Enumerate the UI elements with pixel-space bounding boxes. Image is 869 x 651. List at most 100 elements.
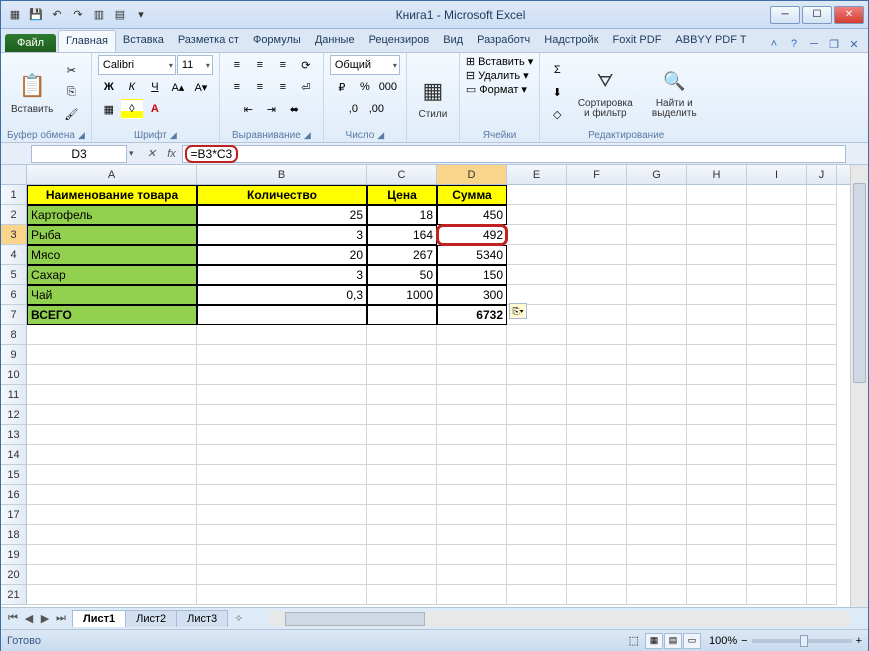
- cell[interactable]: [437, 425, 507, 445]
- ribbon-tab-4[interactable]: Данные: [308, 30, 362, 52]
- maximize-button[interactable]: ☐: [802, 6, 832, 24]
- sheet-tab-0[interactable]: Лист1: [72, 610, 126, 627]
- cell[interactable]: [687, 545, 747, 565]
- increase-decimal-icon[interactable]: ,0: [342, 99, 364, 119]
- percent-icon[interactable]: %: [354, 77, 376, 97]
- cell[interactable]: [747, 425, 807, 445]
- cell[interactable]: [807, 405, 837, 425]
- cell[interactable]: [747, 445, 807, 465]
- header-cell[interactable]: Количество: [197, 185, 367, 205]
- redo-icon[interactable]: ↷: [68, 5, 88, 25]
- first-sheet-icon[interactable]: ⏮: [5, 612, 21, 625]
- cell[interactable]: [567, 365, 627, 385]
- cell[interactable]: [437, 445, 507, 465]
- cell[interactable]: [567, 385, 627, 405]
- cell[interactable]: [687, 225, 747, 245]
- cell[interactable]: [567, 225, 627, 245]
- currency-icon[interactable]: ₽: [331, 77, 353, 97]
- cell[interactable]: [627, 385, 687, 405]
- cell[interactable]: [367, 425, 437, 445]
- zoom-out-icon[interactable]: −: [741, 635, 747, 647]
- autofill-options-icon[interactable]: ⎘▾: [509, 303, 527, 319]
- cell[interactable]: [687, 205, 747, 225]
- cell[interactable]: [747, 385, 807, 405]
- cell[interactable]: [437, 345, 507, 365]
- cell[interactable]: [807, 205, 837, 225]
- name-cell[interactable]: Картофель: [27, 205, 197, 225]
- cell[interactable]: [627, 205, 687, 225]
- cell[interactable]: [747, 365, 807, 385]
- cell[interactable]: [27, 485, 197, 505]
- cell[interactable]: [807, 325, 837, 345]
- window-min-icon[interactable]: ─: [806, 36, 822, 52]
- sum-cell[interactable]: 300: [437, 285, 507, 305]
- row-header-2[interactable]: 2: [1, 205, 27, 225]
- ribbon-tab-3[interactable]: Формулы: [246, 30, 308, 52]
- cell[interactable]: [747, 265, 807, 285]
- cell[interactable]: [27, 405, 197, 425]
- align-center-icon[interactable]: ≡: [249, 77, 271, 97]
- help-icon[interactable]: ?: [786, 36, 802, 52]
- orientation-icon[interactable]: ⟳: [295, 55, 317, 75]
- cell[interactable]: [27, 545, 197, 565]
- cell[interactable]: [507, 325, 567, 345]
- cell[interactable]: [807, 185, 837, 205]
- row-header-13[interactable]: 13: [1, 425, 27, 445]
- cell[interactable]: [807, 365, 837, 385]
- insert-cells-button[interactable]: ⊞Вставить ▾: [466, 55, 533, 68]
- col-header-E[interactable]: E: [507, 165, 567, 184]
- ribbon-tab-9[interactable]: Foxit PDF: [606, 30, 669, 52]
- increase-indent-icon[interactable]: ⇥: [260, 99, 282, 119]
- price-cell[interactable]: 267: [367, 245, 437, 265]
- cell[interactable]: [567, 545, 627, 565]
- cell[interactable]: [627, 225, 687, 245]
- row-header-17[interactable]: 17: [1, 505, 27, 525]
- row-header-14[interactable]: 14: [1, 445, 27, 465]
- cell[interactable]: [437, 525, 507, 545]
- cell[interactable]: [27, 445, 197, 465]
- cell[interactable]: [507, 285, 567, 305]
- cell[interactable]: [27, 385, 197, 405]
- row-header-21[interactable]: 21: [1, 585, 27, 605]
- col-header-J[interactable]: J: [807, 165, 837, 184]
- scroll-thumb[interactable]: [285, 612, 425, 626]
- cell[interactable]: [367, 525, 437, 545]
- sum-cell[interactable]: 5340: [437, 245, 507, 265]
- cell[interactable]: [687, 385, 747, 405]
- cell[interactable]: [627, 185, 687, 205]
- cell[interactable]: [197, 505, 367, 525]
- cell[interactable]: [507, 245, 567, 265]
- fx-icon[interactable]: fx: [162, 148, 182, 160]
- cell[interactable]: [687, 425, 747, 445]
- close-button[interactable]: ✕: [834, 6, 864, 24]
- next-sheet-icon[interactable]: ▶: [37, 612, 53, 625]
- last-sheet-icon[interactable]: ⏭: [53, 612, 69, 625]
- cell[interactable]: [747, 505, 807, 525]
- sheet-tab-1[interactable]: Лист2: [125, 610, 177, 627]
- cell[interactable]: [747, 305, 807, 325]
- row-header-5[interactable]: 5: [1, 265, 27, 285]
- ribbon-tab-8[interactable]: Надстройк: [537, 30, 605, 52]
- zoom-slider[interactable]: [752, 639, 852, 643]
- cell[interactable]: [747, 465, 807, 485]
- horizontal-scrollbar[interactable]: [269, 611, 850, 627]
- cell[interactable]: [747, 565, 807, 585]
- ribbon-tab-7[interactable]: Разработч: [470, 30, 537, 52]
- header-cell[interactable]: Наименование товара: [27, 185, 197, 205]
- name-cell[interactable]: Рыба: [27, 225, 197, 245]
- cell[interactable]: [567, 325, 627, 345]
- namebox-dropdown-icon[interactable]: ▾: [129, 148, 134, 159]
- cell[interactable]: [807, 285, 837, 305]
- find-select-button[interactable]: 🔍 Найти и выделить: [642, 63, 706, 121]
- cell[interactable]: [627, 585, 687, 605]
- underline-button[interactable]: Ч: [144, 77, 166, 97]
- cell[interactable]: [627, 245, 687, 265]
- cell[interactable]: [807, 505, 837, 525]
- price-cell[interactable]: 1000: [367, 285, 437, 305]
- cell[interactable]: [197, 465, 367, 485]
- cell[interactable]: [567, 445, 627, 465]
- font-color-icon[interactable]: A: [144, 99, 166, 119]
- cell[interactable]: [567, 265, 627, 285]
- cell[interactable]: [627, 445, 687, 465]
- row-header-1[interactable]: 1: [1, 185, 27, 205]
